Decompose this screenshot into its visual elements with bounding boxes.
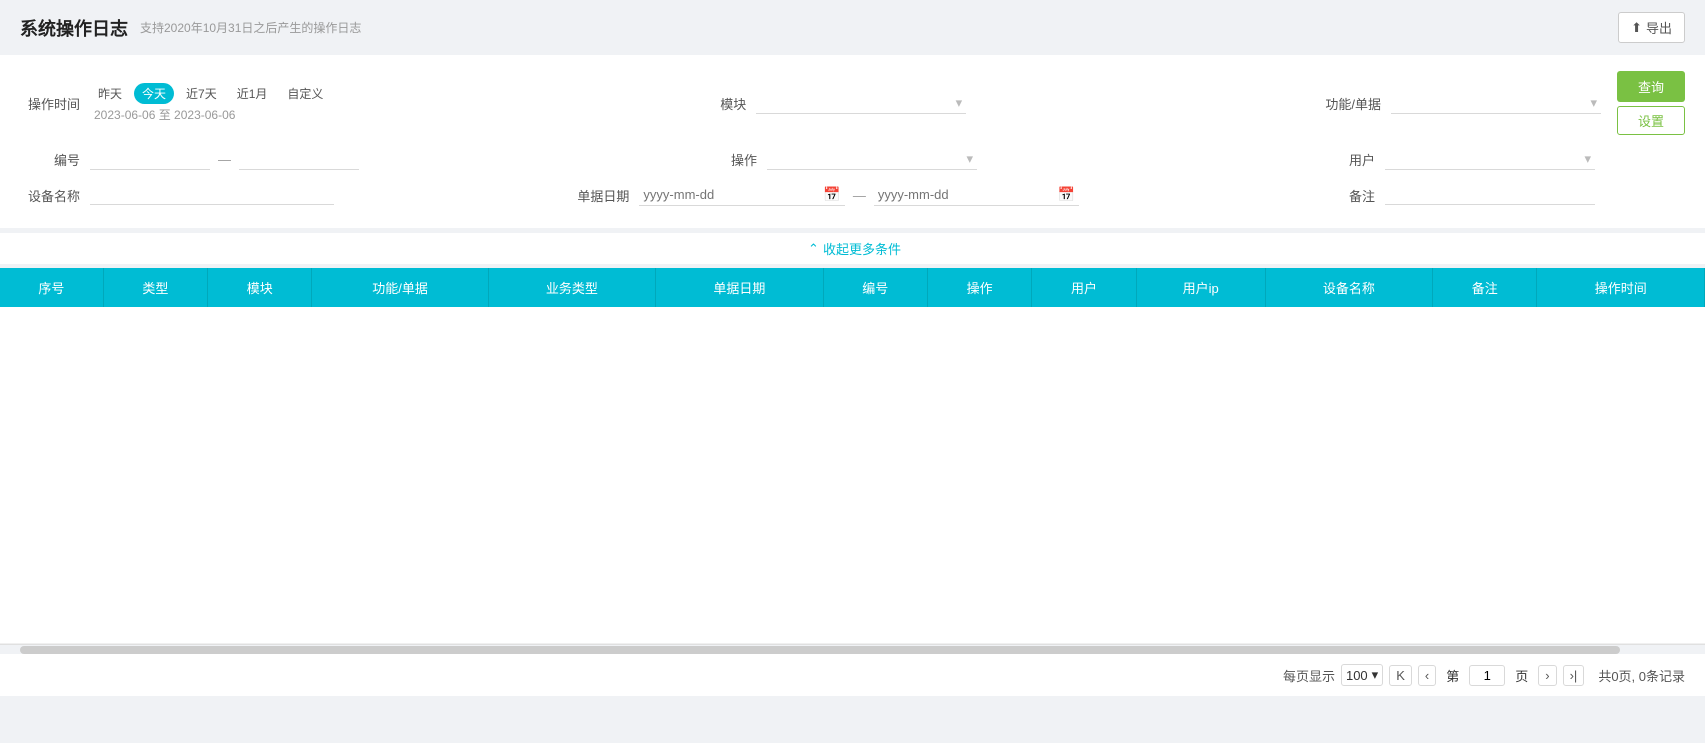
time-btn-custom[interactable]: 自定义 [279, 83, 331, 104]
device-label: 设备名称 [20, 186, 90, 205]
table-body [0, 307, 1705, 644]
col-device: 设备名称 [1265, 268, 1432, 307]
scrollbar-area[interactable] [0, 644, 1705, 654]
empty-area [8, 315, 1697, 635]
col-user: 用户 [1032, 268, 1136, 307]
time-btn-today[interactable]: 今天 [134, 83, 174, 104]
date-end-input[interactable] [878, 187, 1054, 202]
remark-input[interactable] [1385, 185, 1595, 205]
col-operation: 操作 [927, 268, 1031, 307]
page-size-arrow-icon: ▾ [1372, 667, 1379, 683]
col-seq: 序号 [0, 268, 103, 307]
col-doc-date: 单据日期 [656, 268, 823, 307]
date-label: 单据日期 [569, 186, 639, 205]
col-module: 模块 [208, 268, 312, 307]
table-header: 序号 类型 模块 功能/单据 业务类型 单据日期 编号 操作 用户 用户ip 设… [0, 268, 1705, 307]
prev-page-button[interactable]: ‹ [1418, 665, 1436, 686]
filter-row-1: 操作时间 昨天 今天 近7天 近1月 自定义 2023-06-06 至 2023… [20, 71, 1685, 135]
action-buttons: 查询 设置 [1617, 71, 1685, 135]
time-buttons: 昨天 今天 近7天 近1月 自定义 [90, 83, 331, 104]
user-label: 用户 [1315, 150, 1385, 169]
col-number: 编号 [823, 268, 927, 307]
operation-label: 操作 [697, 150, 767, 169]
user-select[interactable]: ▾ [1385, 149, 1595, 170]
table-container: 序号 类型 模块 功能/单据 业务类型 单据日期 编号 操作 用户 用户ip 设… [0, 268, 1705, 644]
page-unit: 页 [1515, 666, 1528, 685]
page-size-value: 100 [1346, 668, 1368, 683]
date-end-wrap: 📅 [874, 184, 1079, 206]
col-user-ip: 用户ip [1136, 268, 1265, 307]
time-btn-yesterday[interactable]: 昨天 [90, 83, 130, 104]
col-type: 类型 [103, 268, 207, 307]
remark-label: 备注 [1315, 186, 1385, 205]
data-table: 序号 类型 模块 功能/单据 业务类型 单据日期 编号 操作 用户 用户ip 设… [0, 268, 1705, 644]
time-range: 2023-06-06 至 2023-06-06 [94, 106, 331, 123]
setting-button[interactable]: 设置 [1617, 106, 1685, 135]
time-label: 操作时间 [20, 94, 90, 113]
page-subtitle: 支持2020年10月31日之后产生的操作日志 [140, 19, 361, 36]
operation-select[interactable]: ▾ [767, 149, 977, 170]
device-input[interactable] [90, 185, 334, 205]
user-arrow-icon: ▾ [1584, 151, 1591, 167]
time-btn-1month[interactable]: 近1月 [229, 83, 276, 104]
number-input-start[interactable] [90, 150, 210, 170]
module-select[interactable]: ▾ [756, 93, 966, 114]
function-select[interactable]: ▾ [1391, 93, 1601, 114]
current-page-input[interactable] [1469, 665, 1505, 686]
filter-row-2: 编号 — 操作 ▾ 用户 ▾ [20, 149, 1685, 170]
filter-panel: 操作时间 昨天 今天 近7天 近1月 自定义 2023-06-06 至 2023… [0, 55, 1705, 228]
page-header: 系统操作日志 支持2020年10月31日之后产生的操作日志 ⬆ 导出 [0, 0, 1705, 55]
query-button[interactable]: 查询 [1617, 71, 1685, 102]
table-header-row: 序号 类型 模块 功能/单据 业务类型 单据日期 编号 操作 用户 用户ip 设… [0, 268, 1705, 307]
page-title: 系统操作日志 [20, 15, 128, 41]
collapse-label: 收起更多条件 [823, 239, 901, 258]
export-label: 导出 [1646, 18, 1672, 37]
next-page-button[interactable]: › [1538, 665, 1556, 686]
date-start-input[interactable] [643, 187, 819, 202]
last-page-button[interactable]: ›| [1563, 665, 1585, 686]
number-input-end[interactable] [239, 150, 359, 170]
function-arrow-icon: ▾ [1590, 95, 1597, 111]
time-btn-7days[interactable]: 近7天 [178, 83, 225, 104]
page-size-select[interactable]: 100 ▾ [1341, 664, 1383, 686]
filter-row-3: 设备名称 单据日期 📅 — 📅 备注 [20, 184, 1685, 206]
export-icon: ⬆ [1631, 20, 1642, 36]
number-separator: — [218, 152, 231, 167]
number-label: 编号 [20, 150, 90, 169]
module-label: 模块 [686, 94, 756, 113]
collapse-bar[interactable]: ⌃ 收起更多条件 [0, 232, 1705, 264]
col-op-time: 操作时间 [1537, 268, 1705, 307]
first-page-button[interactable]: K [1389, 665, 1412, 686]
pagination-bar: 每页显示 100 ▾ K ‹ 第 页 › ›| 共0页, 0条记录 [0, 654, 1705, 696]
date-separator: — [853, 188, 866, 203]
empty-row [0, 307, 1705, 644]
date-start-wrap: 📅 [639, 184, 844, 206]
export-button[interactable]: ⬆ 导出 [1618, 12, 1685, 43]
col-function: 功能/单据 [312, 268, 488, 307]
scrollbar-thumb[interactable] [20, 646, 1620, 654]
collapse-arrow-icon: ⌃ [808, 241, 819, 257]
col-remark: 备注 [1433, 268, 1537, 307]
title-area: 系统操作日志 支持2020年10月31日之后产生的操作日志 [20, 15, 361, 41]
page-size-label: 每页显示 [1283, 666, 1335, 685]
module-arrow-icon: ▾ [956, 95, 963, 111]
calendar-end-icon[interactable]: 📅 [1058, 186, 1075, 203]
total-text: 共0页, 0条记录 [1598, 666, 1685, 685]
col-business-type: 业务类型 [488, 268, 655, 307]
operation-arrow-icon: ▾ [966, 151, 973, 167]
calendar-start-icon[interactable]: 📅 [823, 186, 840, 203]
page-label: 第 [1446, 666, 1459, 685]
function-label: 功能/单据 [1321, 94, 1391, 113]
